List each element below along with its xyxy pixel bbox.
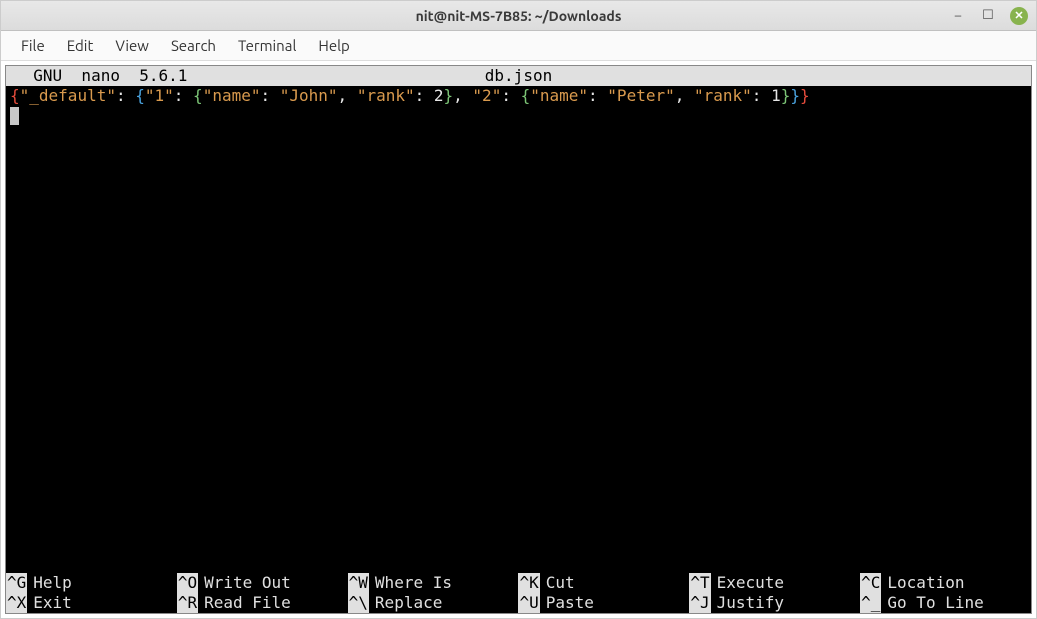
code-line: {"_default": {"1": {"name": "John", "ran… — [10, 86, 810, 105]
shortcut-key: ^G — [6, 573, 27, 593]
menu-help[interactable]: Help — [308, 33, 359, 58]
code-token: } — [444, 86, 454, 105]
code-token: } — [790, 86, 800, 105]
code-token: "John" — [280, 86, 338, 105]
menu-edit[interactable]: Edit — [57, 33, 104, 58]
code-token: , — [338, 86, 357, 105]
shortcut-key: ^R — [177, 593, 198, 613]
shortcut-key: ^U — [518, 593, 539, 613]
shortcut-key: ^K — [518, 573, 539, 593]
shortcut-label: Go To Line — [881, 593, 983, 613]
shortcut-key: ^_ — [860, 593, 881, 613]
shortcut-cell: ^OWrite Out — [177, 573, 348, 593]
shortcut-key: ^W — [348, 573, 369, 593]
menu-file[interactable]: File — [11, 33, 55, 58]
footer-row-1: ^GHelp^OWrite Out^WWhere Is^KCut^TExecut… — [6, 573, 1031, 593]
titlebar[interactable]: nit@nit-MS-7B85: ~/Downloads – ☐ ✕ — [1, 1, 1036, 31]
code-token: : — [588, 86, 607, 105]
shortcut-label: Read File — [198, 593, 291, 613]
shortcut-cell: ^\Replace — [348, 593, 519, 613]
window-controls: – ☐ ✕ — [950, 7, 1028, 25]
menu-view[interactable]: View — [105, 33, 159, 58]
shortcut-label: Execute — [711, 573, 784, 593]
code-token: "1" — [145, 86, 174, 105]
code-token: : — [174, 86, 193, 105]
shortcut-label: Cut — [540, 573, 575, 593]
code-token: { — [521, 86, 531, 105]
shortcut-cell: ^JJustify — [689, 593, 860, 613]
shortcut-key: ^J — [689, 593, 710, 613]
code-token: "rank" — [694, 86, 752, 105]
terminal-area[interactable]: GNU nano 5.6.1 db.json {"_default": {"1"… — [5, 65, 1032, 614]
code-token: : — [501, 86, 520, 105]
shortcut-cell: ^RRead File — [177, 593, 348, 613]
footer-row-2: ^XExit^RRead File^\Replace^UPaste^JJusti… — [6, 593, 1031, 613]
code-token: "Peter" — [607, 86, 674, 105]
code-token: , — [453, 86, 472, 105]
code-token: 2 — [434, 86, 444, 105]
terminal-window: nit@nit-MS-7B85: ~/Downloads – ☐ ✕ File … — [0, 0, 1037, 619]
shortcut-label: Justify — [711, 593, 784, 613]
shortcut-label: Paste — [540, 593, 594, 613]
shortcut-cell: ^CLocation — [860, 573, 1031, 593]
shortcut-label: Write Out — [198, 573, 291, 593]
cursor-icon — [10, 107, 19, 125]
code-token: 1 — [771, 86, 781, 105]
code-token: { — [10, 86, 20, 105]
nano-header: GNU nano 5.6.1 db.json — [6, 66, 1031, 86]
shortcut-cell: ^TExecute — [689, 573, 860, 593]
menu-terminal[interactable]: Terminal — [228, 33, 306, 58]
maximize-button[interactable]: ☐ — [980, 8, 996, 24]
shortcut-cell: ^KCut — [518, 573, 689, 593]
shortcut-cell: ^WWhere Is — [348, 573, 519, 593]
code-token: : — [415, 86, 434, 105]
shortcut-label: Exit — [27, 593, 72, 613]
shortcut-cell: ^XExit — [6, 593, 177, 613]
code-token: "_default" — [20, 86, 116, 105]
menubar: File Edit View Search Terminal Help — [1, 31, 1036, 61]
shortcut-key: ^C — [860, 573, 881, 593]
minimize-button[interactable]: – — [950, 8, 966, 24]
nano-filename: db.json — [485, 66, 552, 86]
code-token: : — [260, 86, 279, 105]
code-token: "rank" — [357, 86, 415, 105]
shortcut-key: ^\ — [348, 593, 369, 613]
code-token: { — [193, 86, 203, 105]
menu-search[interactable]: Search — [161, 33, 226, 58]
code-token: } — [800, 86, 810, 105]
code-token: } — [781, 86, 791, 105]
shortcut-label: Help — [27, 573, 72, 593]
shortcut-cell: ^GHelp — [6, 573, 177, 593]
shortcut-key: ^X — [6, 593, 27, 613]
shortcut-label: Replace — [369, 593, 442, 613]
nano-footer: ^GHelp^OWrite Out^WWhere Is^KCut^TExecut… — [6, 573, 1031, 613]
code-token: : — [116, 86, 135, 105]
shortcut-key: ^O — [177, 573, 198, 593]
code-token: "name" — [203, 86, 261, 105]
shortcut-label: Location — [881, 573, 964, 593]
code-token: "name" — [530, 86, 588, 105]
shortcut-cell: ^UPaste — [518, 593, 689, 613]
shortcut-cell: ^_Go To Line — [860, 593, 1031, 613]
window-title: nit@nit-MS-7B85: ~/Downloads — [416, 8, 622, 24]
shortcut-key: ^T — [689, 573, 710, 593]
code-token: : — [752, 86, 771, 105]
code-token: , — [675, 86, 694, 105]
close-button[interactable]: ✕ — [1010, 7, 1028, 25]
code-token: { — [135, 86, 145, 105]
shortcut-label: Where Is — [369, 573, 452, 593]
nano-version: GNU nano 5.6.1 — [6, 66, 187, 86]
editor-content[interactable]: {"_default": {"1": {"name": "John", "ran… — [6, 86, 1031, 126]
code-token: "2" — [472, 86, 501, 105]
